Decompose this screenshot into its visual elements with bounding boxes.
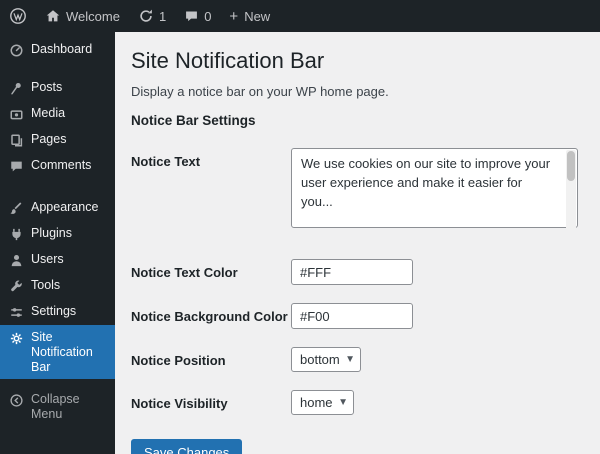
notice-text-label: Notice Text: [131, 148, 291, 171]
notice-position-select[interactable]: bottom: [291, 347, 361, 372]
updates-indicator[interactable]: 1: [129, 0, 175, 32]
sidebar-item-media[interactable]: Media: [0, 101, 115, 127]
comment-bubble-icon: [9, 159, 24, 174]
sidebar-item-label: Comments: [31, 158, 109, 173]
menu-separator: [0, 63, 115, 75]
notice-bg-color-label: Notice Background Color: [131, 303, 291, 326]
sidebar-item-label: Plugins: [31, 226, 109, 241]
wordpress-admin-screen: Welcome 1 0 + New: [0, 0, 600, 454]
sidebar-item-label: Posts: [31, 80, 109, 95]
new-label: New: [244, 9, 270, 24]
notice-bg-color-input[interactable]: [291, 303, 413, 329]
updates-count: 1: [159, 9, 166, 24]
section-heading: Notice Bar Settings: [131, 113, 580, 128]
notice-visibility-select[interactable]: home: [291, 390, 354, 415]
sidebar-item-label: Pages: [31, 132, 109, 147]
camera-icon: [9, 107, 24, 122]
sidebar-item-label: Dashboard: [31, 42, 109, 57]
sidebar-item-site-notification-bar[interactable]: Site Notification Bar: [0, 325, 115, 379]
page-description: Display a notice bar on your WP home pag…: [131, 84, 580, 99]
save-changes-button[interactable]: Save Changes: [131, 439, 242, 454]
notice-visibility-label: Notice Visibility: [131, 390, 291, 413]
collapse-arrow-icon: [9, 393, 24, 408]
sidebar-item-pages[interactable]: Pages: [0, 127, 115, 153]
scrollbar-thumb[interactable]: [567, 151, 575, 181]
user-icon: [9, 253, 24, 268]
form-row-notice-position: Notice Position bottom ▼: [131, 347, 580, 372]
comments-count: 0: [204, 9, 211, 24]
notice-position-label: Notice Position: [131, 347, 291, 370]
wordpress-logo-icon: [9, 7, 27, 25]
notice-text-color-label: Notice Text Color: [131, 259, 291, 282]
admin-sidebar: Dashboard Posts Media: [0, 32, 115, 454]
sidebar-item-dashboard[interactable]: Dashboard: [0, 37, 115, 63]
form-row-notice-bg-color: Notice Background Color: [131, 303, 580, 329]
sidebar-item-label: Media: [31, 106, 109, 121]
sidebar-item-settings[interactable]: Settings: [0, 299, 115, 325]
collapse-menu-button[interactable]: Collapse Menu: [0, 387, 115, 427]
sidebar-item-comments[interactable]: Comments: [0, 153, 115, 179]
home-icon: [45, 8, 61, 24]
sidebar-item-label: Settings: [31, 304, 109, 319]
form-row-notice-visibility: Notice Visibility home ▼: [131, 390, 580, 415]
site-name-menu[interactable]: Welcome: [36, 0, 129, 32]
sliders-icon: [9, 305, 24, 320]
brush-icon: [9, 201, 24, 216]
admin-bar: Welcome 1 0 + New: [0, 0, 600, 32]
notice-text-color-input[interactable]: [291, 259, 413, 285]
sidebar-item-posts[interactable]: Posts: [0, 75, 115, 101]
plug-icon: [9, 227, 24, 242]
wordpress-logo-menu[interactable]: [0, 0, 36, 32]
sidebar-item-label: Appearance: [31, 200, 109, 215]
notice-text-input[interactable]: We use cookies on our site to improve yo…: [291, 148, 578, 228]
sidebar-item-tools[interactable]: Tools: [0, 273, 115, 299]
site-name-label: Welcome: [66, 9, 120, 24]
sidebar-item-plugins[interactable]: Plugins: [0, 221, 115, 247]
menu-separator: [0, 179, 115, 195]
comment-icon: [184, 9, 199, 24]
comments-indicator[interactable]: 0: [175, 0, 220, 32]
page-title: Site Notification Bar: [131, 48, 580, 74]
gear-icon: [9, 331, 24, 346]
sidebar-item-appearance[interactable]: Appearance: [0, 195, 115, 221]
sidebar-item-label: Tools: [31, 278, 109, 293]
update-icon: [138, 8, 154, 24]
settings-page: Site Notification Bar Display a notice b…: [115, 32, 600, 454]
form-row-notice-text-color: Notice Text Color: [131, 259, 580, 285]
dashboard-icon: [9, 43, 24, 58]
wrench-icon: [9, 279, 24, 294]
pushpin-icon: [9, 81, 24, 96]
form-row-notice-text: Notice Text We use cookies on our site t…: [131, 148, 580, 233]
sidebar-item-label: Site Notification Bar: [31, 330, 109, 374]
sidebar-item-users[interactable]: Users: [0, 247, 115, 273]
sidebar-item-label: Collapse Menu: [31, 392, 109, 422]
sidebar-item-label: Users: [31, 252, 109, 267]
textarea-scrollbar[interactable]: [566, 150, 576, 230]
plus-icon: +: [229, 9, 238, 24]
new-content-menu[interactable]: + New: [220, 0, 279, 32]
pages-icon: [9, 133, 24, 148]
